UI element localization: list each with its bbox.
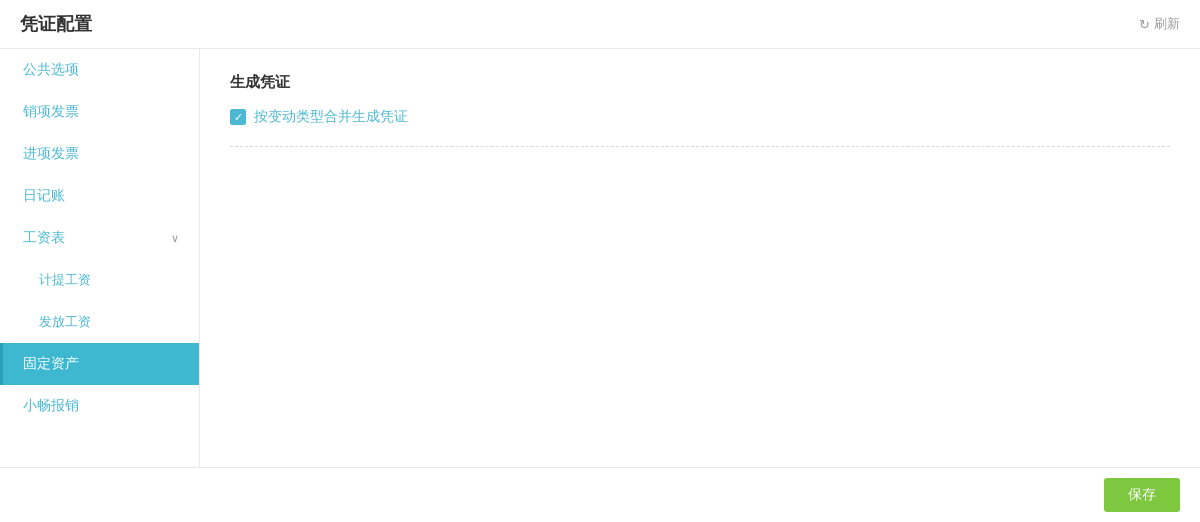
sidebar-item-label: 日记账	[23, 187, 65, 205]
sidebar: 公共选项销项发票进项发票日记账工资表 ∨ 计提工资发放工资固定资产小畅报销	[0, 49, 200, 467]
sidebar-item-fixed-assets[interactable]: 固定资产	[0, 343, 199, 385]
sidebar-item-payroll-calc[interactable]: 计提工资	[0, 259, 199, 301]
sidebar-item-journal[interactable]: 日记账	[0, 175, 199, 217]
sidebar-item-label: 销项发票	[23, 103, 79, 121]
merge-checkbox-label[interactable]: 按变动类型合并生成凭证	[254, 108, 408, 126]
page-body: 公共选项销项发票进项发票日记账工资表 ∨ 计提工资发放工资固定资产小畅报销 生成凭证…	[0, 49, 1200, 467]
page-wrapper: 凭证配置 ↻ 刷新 公共选项销项发票进项发票日记账工资表 ∨ 计提工资发放工资固定资…	[0, 0, 1200, 522]
refresh-label: 刷新	[1154, 15, 1180, 33]
sidebar-item-public-options[interactable]: 公共选项	[0, 49, 199, 91]
refresh-icon: ↻	[1139, 17, 1150, 32]
page-header: 凭证配置 ↻ 刷新	[0, 0, 1200, 49]
sidebar-item-expense-report[interactable]: 小畅报销	[0, 385, 199, 427]
check-icon: ✓	[234, 112, 243, 123]
sidebar-item-label: 小畅报销	[23, 397, 79, 415]
sidebar-item-label: 发放工资	[39, 313, 91, 331]
chevron-down-icon: ∨	[171, 232, 179, 245]
sidebar-item-label: 进项发票	[23, 145, 79, 163]
merge-checkbox[interactable]: ✓	[230, 109, 246, 125]
save-button[interactable]: 保存	[1104, 478, 1180, 512]
checkbox-row: ✓ 按变动类型合并生成凭证	[230, 108, 1170, 126]
refresh-button[interactable]: ↻ 刷新	[1139, 15, 1180, 33]
sidebar-item-payroll-table[interactable]: 工资表 ∨	[0, 217, 199, 259]
sidebar-item-label: 工资表	[23, 229, 65, 247]
sidebar-item-purchase-invoice[interactable]: 进项发票	[0, 133, 199, 175]
section-divider	[230, 146, 1170, 147]
page-title: 凭证配置	[20, 12, 92, 36]
sidebar-item-payroll-pay[interactable]: 发放工资	[0, 301, 199, 343]
sidebar-item-label: 固定资产	[23, 355, 79, 373]
page-footer: 保存	[0, 467, 1200, 522]
sidebar-item-label: 计提工资	[39, 271, 91, 289]
sidebar-item-label: 公共选项	[23, 61, 79, 79]
section-title: 生成凭证	[230, 73, 1170, 92]
main-content: 生成凭证 ✓ 按变动类型合并生成凭证	[200, 49, 1200, 467]
sidebar-item-sales-invoice[interactable]: 销项发票	[0, 91, 199, 133]
